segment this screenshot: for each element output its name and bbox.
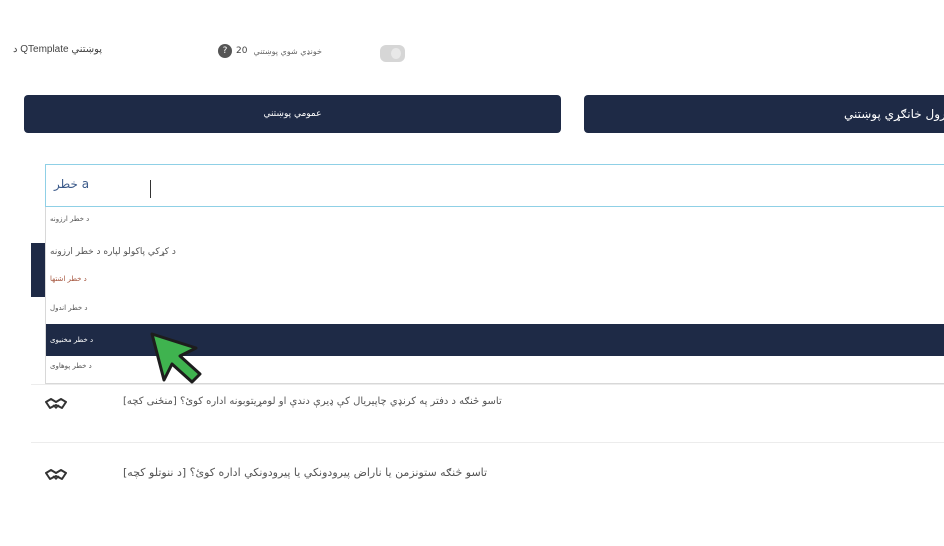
side-strip	[31, 243, 45, 297]
tab-private-label: د رول خانګړي پوښتني	[844, 107, 944, 121]
dropdown-option[interactable]: د کړکي پاکولو لپاره د خطر ارزونه	[46, 247, 944, 257]
brand-title: د QTemplate پوښتني	[13, 44, 103, 55]
saved-questions-indicator[interactable]: ? 20 خونډي شوي پوښتني	[218, 44, 322, 58]
search-value: خطر a	[54, 177, 90, 191]
saved-label: خونډي شوي پوښتني	[253, 46, 322, 56]
chat-bubble-icon: ?	[218, 44, 232, 58]
question-text[interactable]: [منځنی کچه] تاسو څنګه د دفتر په کرنډي چا…	[123, 396, 502, 407]
toggle-switch[interactable]	[380, 45, 405, 62]
search-input[interactable]: خطر a	[45, 164, 944, 207]
tab-public-questions[interactable]: عمومي پوښتني	[24, 95, 561, 133]
dropdown-option[interactable]: د خطر اشتها	[46, 275, 944, 283]
saved-count: 20	[236, 46, 248, 56]
text-caret	[150, 180, 151, 198]
mouse-pointer-icon	[150, 332, 202, 384]
handshake-icon	[45, 469, 67, 481]
dropdown-option[interactable]: د خطر ارزونه	[46, 215, 944, 223]
question-text[interactable]: [د ننوتلو کچه] تاسو څنګه ستونزمن يا نارا…	[123, 466, 487, 479]
tab-public-label: عمومي پوښتني	[263, 109, 322, 119]
tab-role-specific-questions[interactable]: د رول خانګړي پوښتني	[584, 95, 944, 133]
handshake-icon	[45, 398, 67, 410]
page: د QTemplate پوښتني ? 20 خونډي شوي پوښتني…	[0, 0, 944, 546]
dropdown-option[interactable]: د خطر اندول	[46, 304, 944, 312]
divider	[31, 442, 944, 443]
